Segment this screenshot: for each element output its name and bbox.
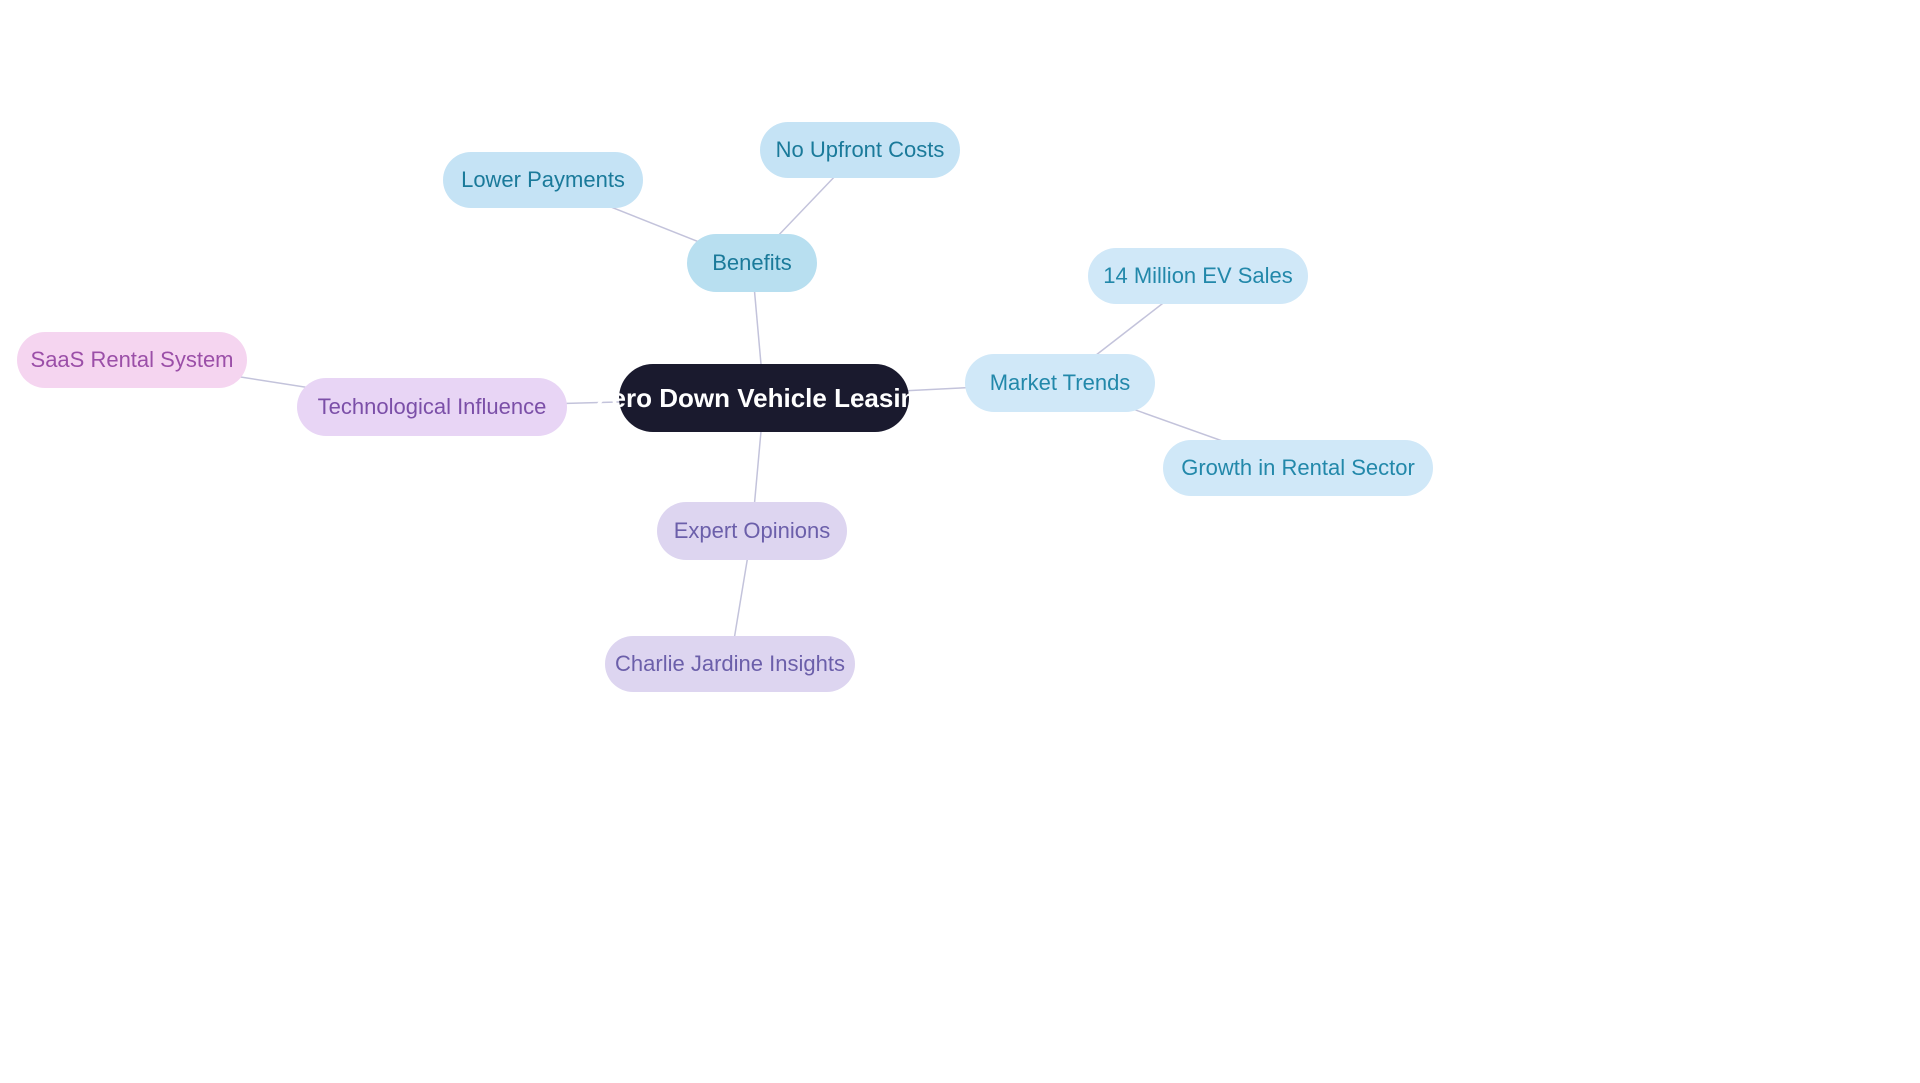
tech-influence-node[interactable]: Technological Influence bbox=[297, 378, 567, 436]
growth-rental-label: Growth in Rental Sector bbox=[1181, 455, 1415, 481]
expert-opinions-label: Expert Opinions bbox=[674, 518, 831, 544]
no-upfront-costs-node[interactable]: No Upfront Costs bbox=[760, 122, 960, 178]
charlie-jardine-label: Charlie Jardine Insights bbox=[615, 651, 845, 677]
center-label: Zero Down Vehicle Leasing bbox=[596, 383, 933, 414]
tech-influence-label: Technological Influence bbox=[318, 394, 547, 420]
benefits-label: Benefits bbox=[712, 250, 792, 276]
saas-rental-label: SaaS Rental System bbox=[31, 347, 234, 373]
no-upfront-costs-label: No Upfront Costs bbox=[776, 137, 945, 163]
lower-payments-node[interactable]: Lower Payments bbox=[443, 152, 643, 208]
expert-opinions-node[interactable]: Expert Opinions bbox=[657, 502, 847, 560]
charlie-jardine-node[interactable]: Charlie Jardine Insights bbox=[605, 636, 855, 692]
center-node[interactable]: Zero Down Vehicle Leasing bbox=[619, 364, 909, 432]
market-trends-node[interactable]: Market Trends bbox=[965, 354, 1155, 412]
benefits-node[interactable]: Benefits bbox=[687, 234, 817, 292]
ev-sales-label: 14 Million EV Sales bbox=[1103, 263, 1293, 289]
ev-sales-node[interactable]: 14 Million EV Sales bbox=[1088, 248, 1308, 304]
lower-payments-label: Lower Payments bbox=[461, 167, 625, 193]
growth-rental-node[interactable]: Growth in Rental Sector bbox=[1163, 440, 1433, 496]
saas-rental-node[interactable]: SaaS Rental System bbox=[17, 332, 247, 388]
market-trends-label: Market Trends bbox=[990, 370, 1131, 396]
